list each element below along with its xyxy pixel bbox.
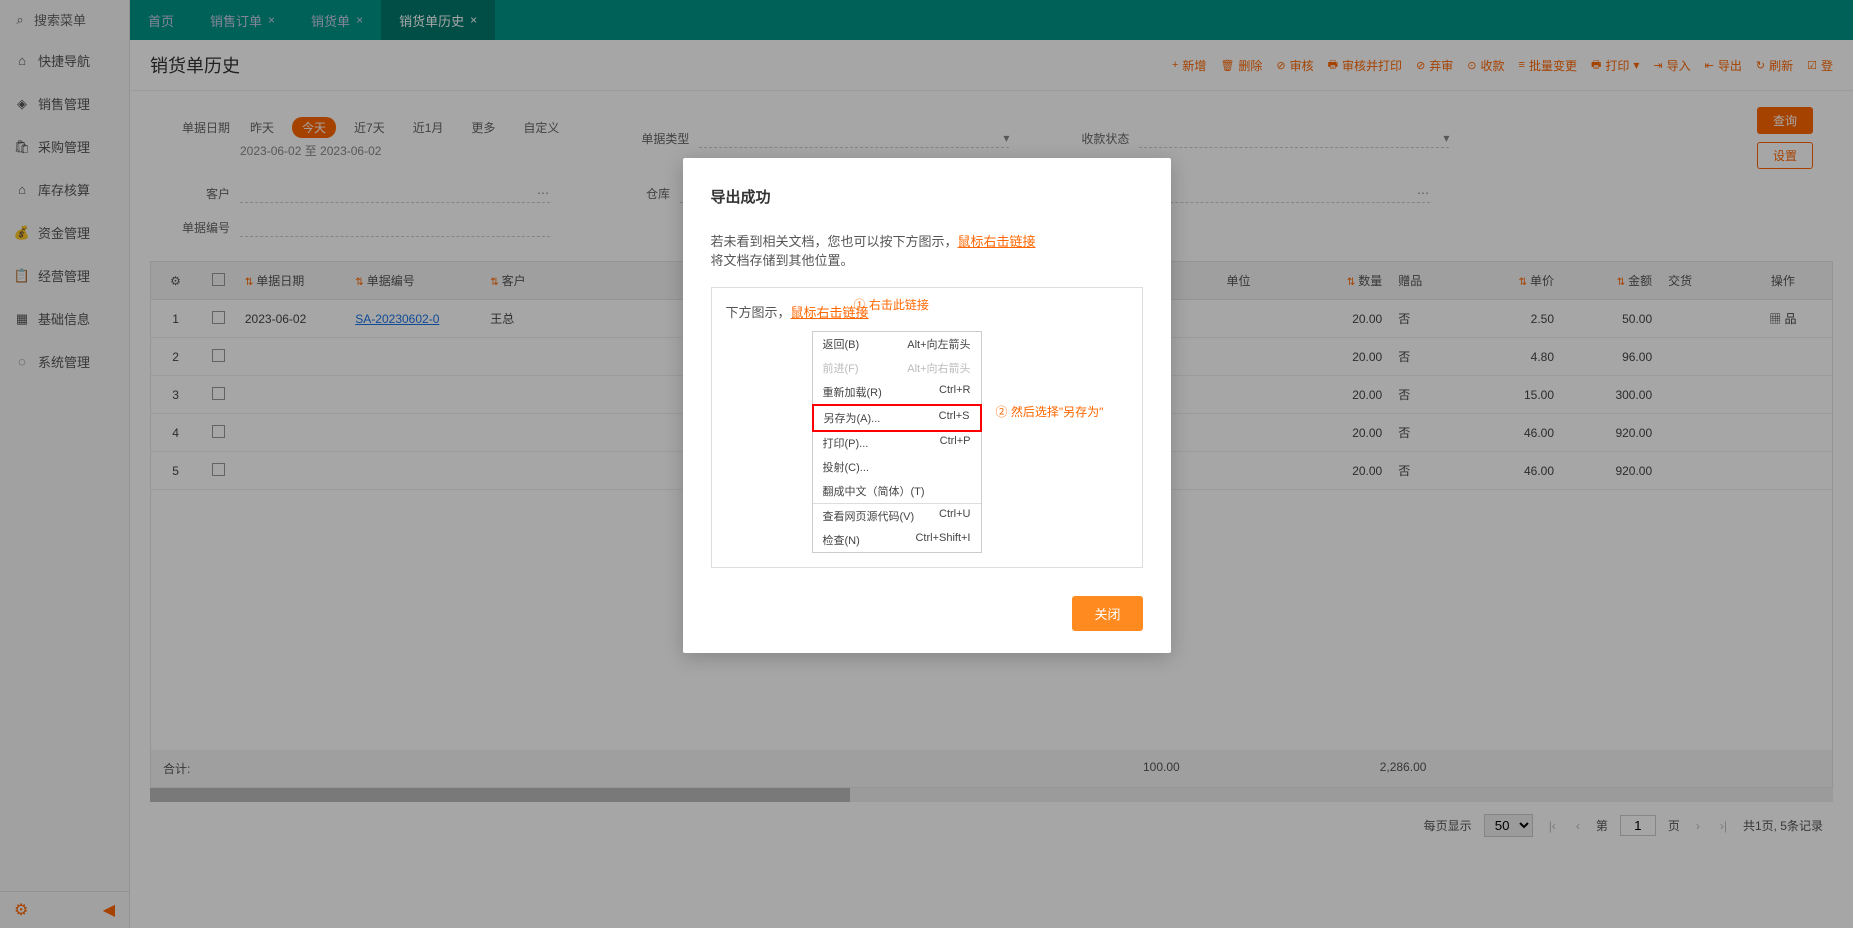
menu-translate: 翻成中文（简体）(T)	[813, 479, 981, 503]
menu-saveas: 另存为(A)...Ctrl+S	[812, 404, 982, 432]
menu-back: 返回(B)Alt+向左箭头	[813, 332, 981, 356]
menu-inspect: 检查(N)Ctrl+Shift+I	[813, 528, 981, 552]
right-click-link[interactable]: 鼠标右击链接	[958, 234, 1036, 249]
instruction-diagram: 下方图示，鼠标右击链接 ① 右击此链接 返回(B)Alt+向左箭头 前进(F)A…	[711, 287, 1143, 568]
close-button[interactable]: 关闭	[1072, 596, 1142, 631]
menu-forward: 前进(F)Alt+向右箭头	[813, 356, 981, 380]
modal-title: 导出成功	[711, 186, 1143, 207]
export-success-modal: 导出成功 若未看到相关文档，您也可以按下方图示，鼠标右击链接 将文档存储到其他位…	[683, 158, 1171, 653]
modal-description: 若未看到相关文档，您也可以按下方图示，鼠标右击链接 将文档存储到其他位置。	[711, 231, 1143, 269]
tip1: ① 右击此链接	[854, 296, 929, 313]
tip2: ② 然后选择"另存为"	[996, 403, 1116, 420]
context-menu-diagram: 返回(B)Alt+向左箭头 前进(F)Alt+向右箭头 重新加载(R)Ctrl+…	[812, 331, 982, 553]
menu-reload: 重新加载(R)Ctrl+R	[813, 380, 981, 404]
menu-cast: 投射(C)...	[813, 455, 981, 479]
modal-overlay: 导出成功 若未看到相关文档，您也可以按下方图示，鼠标右击链接 将文档存储到其他位…	[0, 0, 1853, 928]
menu-print: 打印(P)...Ctrl+P	[813, 431, 981, 455]
menu-source: 查看网页源代码(V)Ctrl+U	[813, 504, 981, 528]
